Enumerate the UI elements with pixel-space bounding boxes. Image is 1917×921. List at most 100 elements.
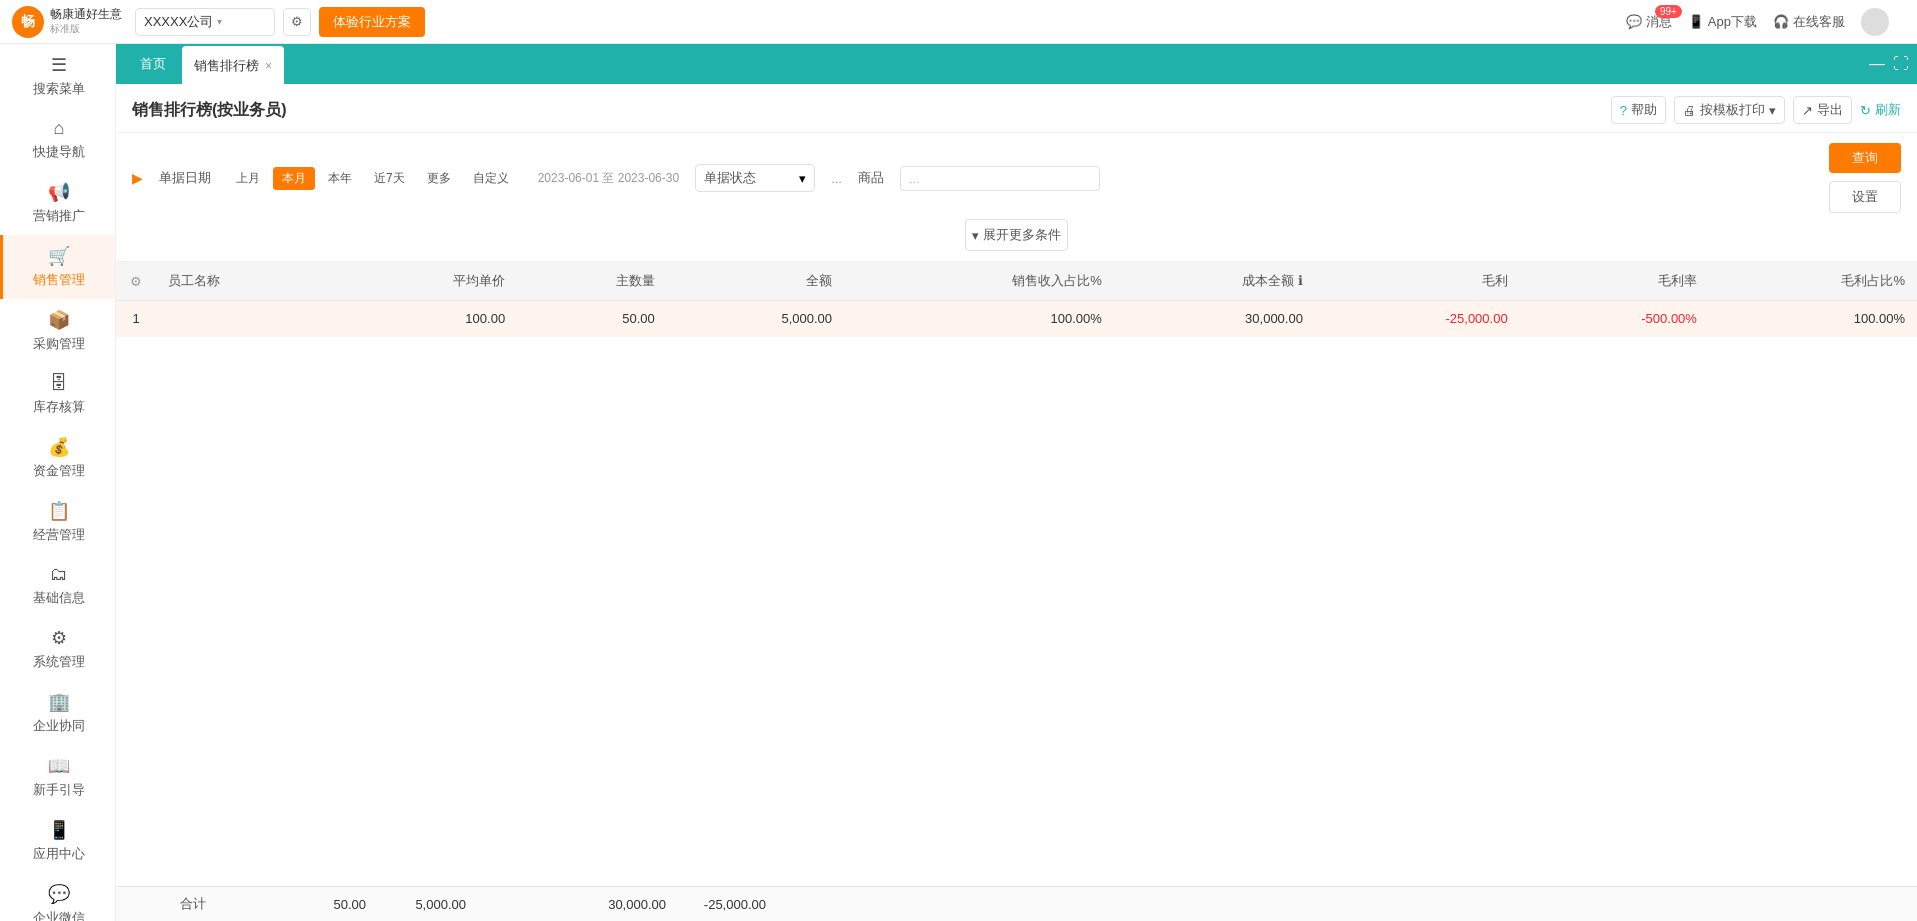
date-pill-more[interactable]: 更多 xyxy=(418,167,460,190)
message-button[interactable]: 💬 消息 99+ xyxy=(1626,13,1672,31)
refresh-button[interactable]: ↻ 刷新 xyxy=(1860,101,1901,119)
sidebar-item-purchase[interactable]: 📦 采购管理 xyxy=(0,299,115,363)
footer-amount: 5,000.00 xyxy=(378,897,478,912)
sidebar-item-label: 企业微信 xyxy=(33,909,85,921)
data-table: ⚙ 员工名称 平均单价 主数量 全额 销售收入占比% 成本全额 ℹ 毛利 毛利率… xyxy=(116,262,1917,337)
help-label: 帮助 xyxy=(1631,101,1657,119)
footer-main-qty: 50.00 xyxy=(298,897,378,912)
date-pill-this-month[interactable]: 本月 xyxy=(273,167,315,190)
company-selector[interactable]: XXXXX公司 ▾ xyxy=(135,8,275,36)
cell-amount: 5,000.00 xyxy=(667,301,844,337)
avatar[interactable] xyxy=(1861,8,1889,36)
tab-label: 销售排行榜 xyxy=(194,57,259,75)
date-pill-last-month[interactable]: 上月 xyxy=(227,167,269,190)
sidebar-item-label: 营销推广 xyxy=(33,207,85,225)
page-content: 销售排行榜(按业务员) ? 帮助 🖨 按模板打印 ▾ ↗ 导出 xyxy=(116,84,1917,921)
company-name: XXXXX公司 xyxy=(144,13,213,31)
enterprise-icon: 🏢 xyxy=(48,691,70,713)
message-icon: 💬 xyxy=(1626,14,1642,29)
status-filter[interactable]: 单据状态 ▾ xyxy=(695,164,815,192)
sidebar-item-label: 库存核算 xyxy=(33,398,85,416)
sidebar-item-system[interactable]: ⚙ 系统管理 xyxy=(0,617,115,681)
sidebar-item-inventory[interactable]: 🗄 库存核算 xyxy=(0,363,115,426)
expand-more-label: 展开更多条件 xyxy=(983,226,1061,244)
col-name: 员工名称 xyxy=(156,262,337,301)
sales-icon: 🛒 xyxy=(48,245,70,267)
sidebar-item-baseinfo[interactable]: 🗂 基础信息 xyxy=(0,554,115,617)
print-chevron-icon: ▾ xyxy=(1769,103,1776,118)
main-layout: ☰ 搜索菜单 ⌂ 快捷导航 📢 营销推广 🛒 销售管理 📦 采购管理 🗄 库存核… xyxy=(0,44,1917,921)
col-avg-price: 平均单价 xyxy=(337,262,518,301)
purchase-icon: 📦 xyxy=(48,309,70,331)
inventory-icon: 🗄 xyxy=(50,373,68,394)
app-label: App下载 xyxy=(1708,13,1757,31)
chevron-down-icon: ▾ xyxy=(972,228,979,243)
col-settings[interactable]: ⚙ xyxy=(116,262,156,301)
date-pill-7days[interactable]: 近7天 xyxy=(365,167,414,190)
tab-maximize-button[interactable]: ⛶ xyxy=(1893,55,1909,73)
online-service-button[interactable]: 🎧 在线客服 xyxy=(1773,13,1845,31)
refresh-icon: ↻ xyxy=(1860,103,1871,118)
page-actions: ? 帮助 🖨 按模板打印 ▾ ↗ 导出 ↻ 刷新 xyxy=(1611,96,1901,124)
sidebar-item-label: 应用中心 xyxy=(33,845,85,863)
export-button[interactable]: ↗ 导出 xyxy=(1793,96,1852,124)
goods-input[interactable]: ... xyxy=(909,171,1091,186)
sidebar-item-capital[interactable]: 💰 资金管理 xyxy=(0,426,115,490)
tab-close-button[interactable]: × xyxy=(265,59,272,73)
headset-icon: 🎧 xyxy=(1773,14,1789,29)
company-settings-button[interactable]: ⚙ xyxy=(283,8,311,36)
tab-home[interactable]: 首页 xyxy=(124,44,182,84)
sidebar-item-sales[interactable]: 🛒 销售管理 xyxy=(0,235,115,299)
print-icon: 🖨 xyxy=(1683,103,1696,118)
col-gross-pct: 毛利占比% xyxy=(1709,262,1917,301)
sidebar-item-label: 系统管理 xyxy=(33,653,85,671)
footer-gross: -25,000.00 xyxy=(678,897,778,912)
date-pill-this-year[interactable]: 本年 xyxy=(319,167,361,190)
sidebar-item-label: 基础信息 xyxy=(33,589,85,607)
date-pill-custom[interactable]: 自定义 xyxy=(464,167,518,190)
table-wrapper: ⚙ 员工名称 平均单价 主数量 全额 销售收入占比% 成本全额 ℹ 毛利 毛利率… xyxy=(116,262,1917,886)
expand-more-button[interactable]: ▾ 展开更多条件 xyxy=(965,219,1068,251)
cell-cost: 30,000.00 xyxy=(1114,301,1315,337)
logo-sub: 标准版 xyxy=(50,22,122,36)
sidebar-item-appcenter[interactable]: 📱 应用中心 xyxy=(0,809,115,873)
logo-text: 畅康通好生意 xyxy=(50,7,122,23)
message-badge: 99+ xyxy=(1655,5,1682,18)
tab-minimize-button[interactable]: — xyxy=(1869,55,1885,73)
sidebar-item-label: 快捷导航 xyxy=(33,143,85,161)
cell-gross-pct: 100.00% xyxy=(1709,301,1917,337)
sidebar-item-enterprise[interactable]: 🏢 企业协同 xyxy=(0,681,115,745)
tab-bar: 首页 销售排行榜 × — ⛶ xyxy=(116,44,1917,84)
date-range-display: 2023-06-01 至 2023-06-30 xyxy=(538,170,679,187)
settings-col-icon[interactable]: ⚙ xyxy=(130,274,142,289)
sidebar-item-label: 企业协同 xyxy=(33,717,85,735)
logo-icon: 畅 xyxy=(12,6,44,38)
sidebar-item-wechat[interactable]: 💬 企业微信 xyxy=(0,873,115,921)
cell-avg-price: 100.00 xyxy=(337,301,518,337)
goods-filter-label: 商品 xyxy=(858,169,884,187)
help-icon: ? xyxy=(1620,103,1627,118)
app-download-button[interactable]: 📱 App下载 xyxy=(1688,13,1757,31)
sidebar-item-marketing[interactable]: 📢 营销推广 xyxy=(0,171,115,235)
help-button[interactable]: ? 帮助 xyxy=(1611,96,1666,124)
tab-sales-ranking[interactable]: 销售排行榜 × xyxy=(182,46,284,86)
sidebar-item-guide[interactable]: 📖 新手引导 xyxy=(0,745,115,809)
appcenter-icon: 📱 xyxy=(48,819,70,841)
sidebar-item-operation[interactable]: 📋 经营管理 xyxy=(0,490,115,554)
sidebar-item-search[interactable]: ☰ 搜索菜单 xyxy=(0,44,115,108)
more-filter-button[interactable]: ... xyxy=(831,171,842,186)
app-icon: 📱 xyxy=(1688,14,1704,29)
settings-panel-button[interactable]: 设置 xyxy=(1829,181,1901,213)
capital-icon: 💰 xyxy=(48,436,70,458)
print-button[interactable]: 🖨 按模板打印 ▾ xyxy=(1674,96,1785,124)
cell-sales-pct: 100.00% xyxy=(844,301,1114,337)
sidebar-item-label: 搜索菜单 xyxy=(33,80,85,98)
home-icon: ⌂ xyxy=(54,118,65,139)
query-button[interactable]: 查询 xyxy=(1829,143,1901,173)
operation-icon: 📋 xyxy=(48,500,70,522)
trial-button[interactable]: 体验行业方案 xyxy=(319,7,425,37)
footer-label: 合计 xyxy=(168,895,218,913)
goods-filter[interactable]: ... xyxy=(900,166,1100,191)
filter-toggle-button[interactable]: ▶ xyxy=(132,170,143,186)
sidebar-item-quicknav[interactable]: ⌂ 快捷导航 xyxy=(0,108,115,171)
